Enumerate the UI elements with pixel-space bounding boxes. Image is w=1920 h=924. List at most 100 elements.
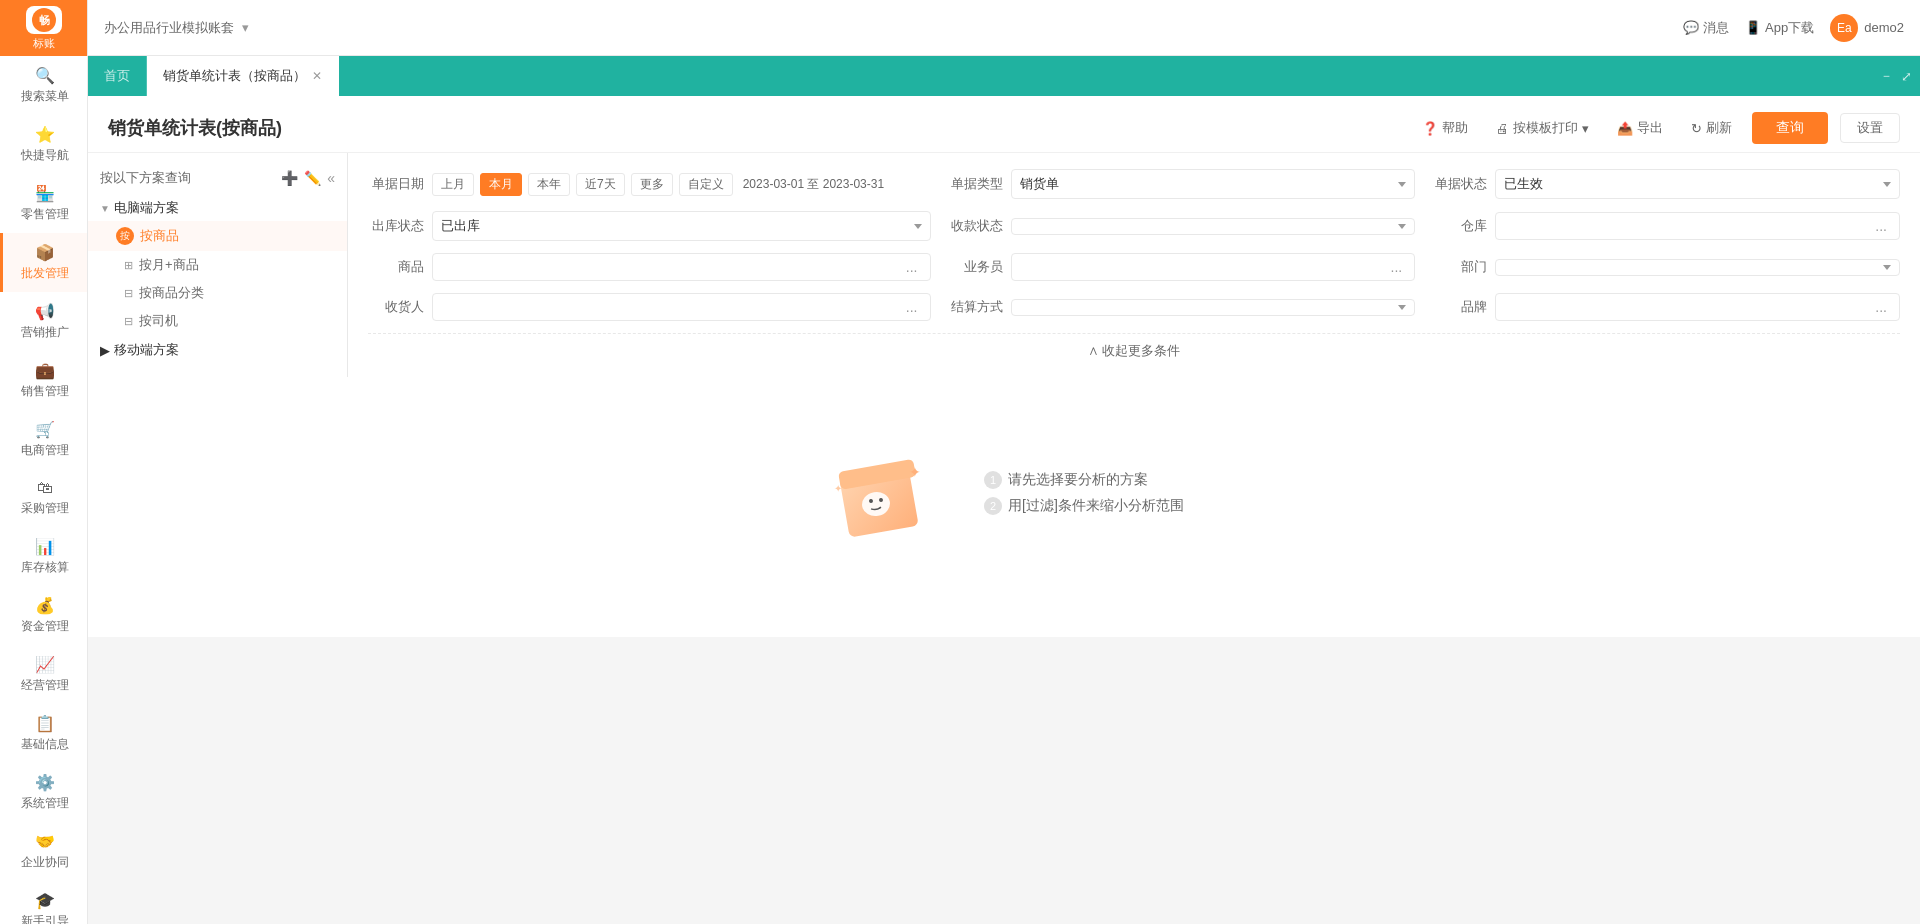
sub-item-icon-2: ⊟ bbox=[124, 287, 133, 300]
date-btn-7days[interactable]: 近7天 bbox=[576, 173, 625, 196]
message-btn[interactable]: 💬 消息 bbox=[1683, 19, 1729, 37]
tab-close-btn[interactable]: ✕ bbox=[312, 69, 322, 83]
help-label: 帮助 bbox=[1442, 119, 1468, 137]
sidebar-item-marketing[interactable]: 📢 营销推广 bbox=[0, 292, 87, 351]
sidebar-item-sales-label: 销售管理 bbox=[21, 383, 69, 400]
product-input[interactable]: ... bbox=[432, 253, 931, 281]
page-header-actions: ❓ 帮助 🖨 按模板打印 ▾ 📤 导出 ↻ 刷新 bbox=[1414, 112, 1900, 144]
date-btn-this-year[interactable]: 本年 bbox=[528, 173, 570, 196]
add-scheme-btn[interactable]: ➕ bbox=[281, 170, 298, 186]
date-btn-last-month[interactable]: 上月 bbox=[432, 173, 474, 196]
edit-scheme-btn[interactable]: ✏️ bbox=[304, 170, 321, 186]
sidebar: 畅 标账 🔍 搜索菜单 ⭐ 快捷导航 🏪 零售管理 📦 批发管理 📢 营销推广 … bbox=[0, 0, 88, 924]
refresh-icon: ↻ bbox=[1691, 121, 1702, 136]
filter-product-field: 商品 ... bbox=[368, 253, 931, 281]
product-dots-btn[interactable]: ... bbox=[902, 259, 922, 275]
sidebar-item-basic[interactable]: 📋 基础信息 bbox=[0, 704, 87, 763]
scheme-sub-item-category[interactable]: ⊟ 按商品分类 bbox=[88, 279, 347, 307]
export-btn[interactable]: 📤 导出 bbox=[1609, 115, 1671, 141]
date-btn-more[interactable]: 更多 bbox=[631, 173, 673, 196]
app-download-label: App下载 bbox=[1765, 19, 1814, 37]
sidebar-item-finance[interactable]: 💰 资金管理 bbox=[0, 586, 87, 645]
date-btn-custom[interactable]: 自定义 bbox=[679, 173, 733, 196]
refresh-btn[interactable]: ↻ 刷新 bbox=[1683, 115, 1740, 141]
filter-staff-field: 业务员 ... bbox=[947, 253, 1416, 281]
product-control: ... bbox=[432, 253, 931, 281]
sidebar-item-shortcut[interactable]: ⭐ 快捷导航 bbox=[0, 115, 87, 174]
sidebar-item-wholesale-label: 批发管理 bbox=[21, 265, 69, 282]
query-button[interactable]: 查询 bbox=[1752, 112, 1828, 144]
sidebar-item-search[interactable]: 🔍 搜索菜单 bbox=[0, 56, 87, 115]
dept-select[interactable] bbox=[1495, 259, 1900, 276]
inventory-icon: 📊 bbox=[35, 537, 55, 556]
collapse-more-btn[interactable]: ∧ 收起更多条件 bbox=[368, 333, 1900, 368]
user-area[interactable]: Ea demo2 bbox=[1830, 14, 1904, 42]
settings-button[interactable]: 设置 bbox=[1840, 113, 1900, 143]
dropdown-icon[interactable]: ▾ bbox=[242, 20, 249, 35]
sidebar-item-basic-label: 基础信息 bbox=[21, 736, 69, 753]
print-btn[interactable]: 🖨 按模板打印 ▾ bbox=[1488, 115, 1597, 141]
brand-dots-btn[interactable]: ... bbox=[1871, 299, 1891, 315]
sidebar-item-wholesale[interactable]: 📦 批发管理 bbox=[0, 233, 87, 292]
warehouse-control: ... bbox=[1495, 212, 1900, 240]
receiver-dots-btn[interactable]: ... bbox=[902, 299, 922, 315]
desktop-scheme-group: ▼ 电脑端方案 按 按商品 ⊞ 按月+商品 ⊟ bbox=[88, 195, 347, 335]
tab-maximize-btn[interactable]: ⤢ bbox=[1901, 69, 1912, 84]
receive-status-select[interactable] bbox=[1011, 218, 1416, 235]
staff-input[interactable]: ... bbox=[1011, 253, 1416, 281]
sub-item-icon-3: ⊟ bbox=[124, 315, 133, 328]
empty-state: ✦ ✦ 1 请先选择要分析的方案 2 用[过滤]条件来缩小分析范围 bbox=[88, 377, 1920, 637]
warehouse-dots-btn[interactable]: ... bbox=[1871, 218, 1891, 234]
out-status-select[interactable]: 已出库 bbox=[432, 211, 931, 241]
help-btn[interactable]: ❓ 帮助 bbox=[1414, 115, 1476, 141]
warehouse-input[interactable]: ... bbox=[1495, 212, 1900, 240]
type-select[interactable]: 销货单 bbox=[1011, 169, 1416, 199]
sidebar-item-inventory[interactable]: 📊 库存核算 bbox=[0, 527, 87, 586]
filter-row-1: 单据日期 上月 本月 本年 近7天 更多 自定义 2023-03-01 至 20… bbox=[368, 169, 1900, 199]
collapse-scheme-btn[interactable]: « bbox=[327, 170, 335, 186]
content-area: 销货单统计表(按商品) ❓ 帮助 🖨 按模板打印 ▾ 📤 导出 bbox=[88, 96, 1920, 924]
print-dropdown-arrow[interactable]: ▾ bbox=[1582, 121, 1589, 136]
scheme-sub-item-driver[interactable]: ⊟ 按司机 bbox=[88, 307, 347, 335]
staff-dots-btn[interactable]: ... bbox=[1387, 259, 1407, 275]
payment-select[interactable] bbox=[1011, 299, 1416, 316]
tab-home[interactable]: 首页 bbox=[88, 56, 147, 96]
scheme-sub-item-month-product-label: 按月+商品 bbox=[139, 256, 199, 274]
operation-icon: 📈 bbox=[35, 655, 55, 674]
sidebar-item-retail[interactable]: 🏪 零售管理 bbox=[0, 174, 87, 233]
scheme-sub-item-driver-label: 按司机 bbox=[139, 312, 178, 330]
app-subtitle: 标账 bbox=[33, 36, 55, 51]
tab-minimize-btn[interactable]: － bbox=[1880, 67, 1893, 85]
scheme-item-by-product[interactable]: 按 按商品 bbox=[88, 221, 347, 251]
purchase-icon: 🛍 bbox=[37, 479, 53, 497]
mobile-scheme-title[interactable]: ▶ 移动端方案 bbox=[88, 335, 347, 365]
date-btn-this-month[interactable]: 本月 bbox=[480, 173, 522, 196]
date-control: 上月 本月 本年 近7天 更多 自定义 2023-03-01 至 2023-03… bbox=[432, 173, 931, 196]
scheme-sub-item-month-product[interactable]: ⊞ 按月+商品 bbox=[88, 251, 347, 279]
filter-sidebar: 按以下方案查询 ➕ ✏️ « ▼ 电脑端方案 按 bbox=[88, 153, 348, 377]
status-label: 单据状态 bbox=[1431, 175, 1487, 193]
username: demo2 bbox=[1864, 20, 1904, 35]
mobile-scheme-group: ▶ 移动端方案 bbox=[88, 335, 347, 365]
status-select[interactable]: 已生效 bbox=[1495, 169, 1900, 199]
sidebar-item-system[interactable]: ⚙️ 系统管理 bbox=[0, 763, 87, 822]
sidebar-item-enterprise[interactable]: 🤝 企业协同 bbox=[0, 822, 87, 881]
brand-input[interactable]: ... bbox=[1495, 293, 1900, 321]
desktop-scheme-title[interactable]: ▼ 电脑端方案 bbox=[88, 195, 347, 221]
sidebar-item-purchase[interactable]: 🛍 采购管理 bbox=[0, 469, 87, 527]
sub-item-icon: ⊞ bbox=[124, 259, 133, 272]
tab-sales-stat[interactable]: 销货单统计表（按商品） ✕ bbox=[147, 56, 339, 96]
step-1-num: 1 bbox=[984, 471, 1002, 489]
app-download-btn[interactable]: 📱 App下载 bbox=[1745, 19, 1814, 37]
sidebar-item-purchase-label: 采购管理 bbox=[21, 500, 69, 517]
sidebar-item-operation[interactable]: 📈 经营管理 bbox=[0, 645, 87, 704]
sidebar-item-ecommerce[interactable]: 🛒 电商管理 bbox=[0, 410, 87, 469]
sidebar-item-sales[interactable]: 💼 销售管理 bbox=[0, 351, 87, 410]
system-icon: ⚙️ bbox=[35, 773, 55, 792]
sidebar-item-newbie[interactable]: 🎓 新手引导 bbox=[0, 881, 87, 924]
scheme-sub-item-category-label: 按商品分类 bbox=[139, 284, 204, 302]
filter-date-field: 单据日期 上月 本月 本年 近7天 更多 自定义 2023-03-01 至 20… bbox=[368, 173, 931, 196]
receiver-input[interactable]: ... bbox=[432, 293, 931, 321]
filter-status-field: 单据状态 已生效 bbox=[1431, 169, 1900, 199]
empty-step-2: 2 用[过滤]条件来缩小分析范围 bbox=[984, 497, 1184, 515]
